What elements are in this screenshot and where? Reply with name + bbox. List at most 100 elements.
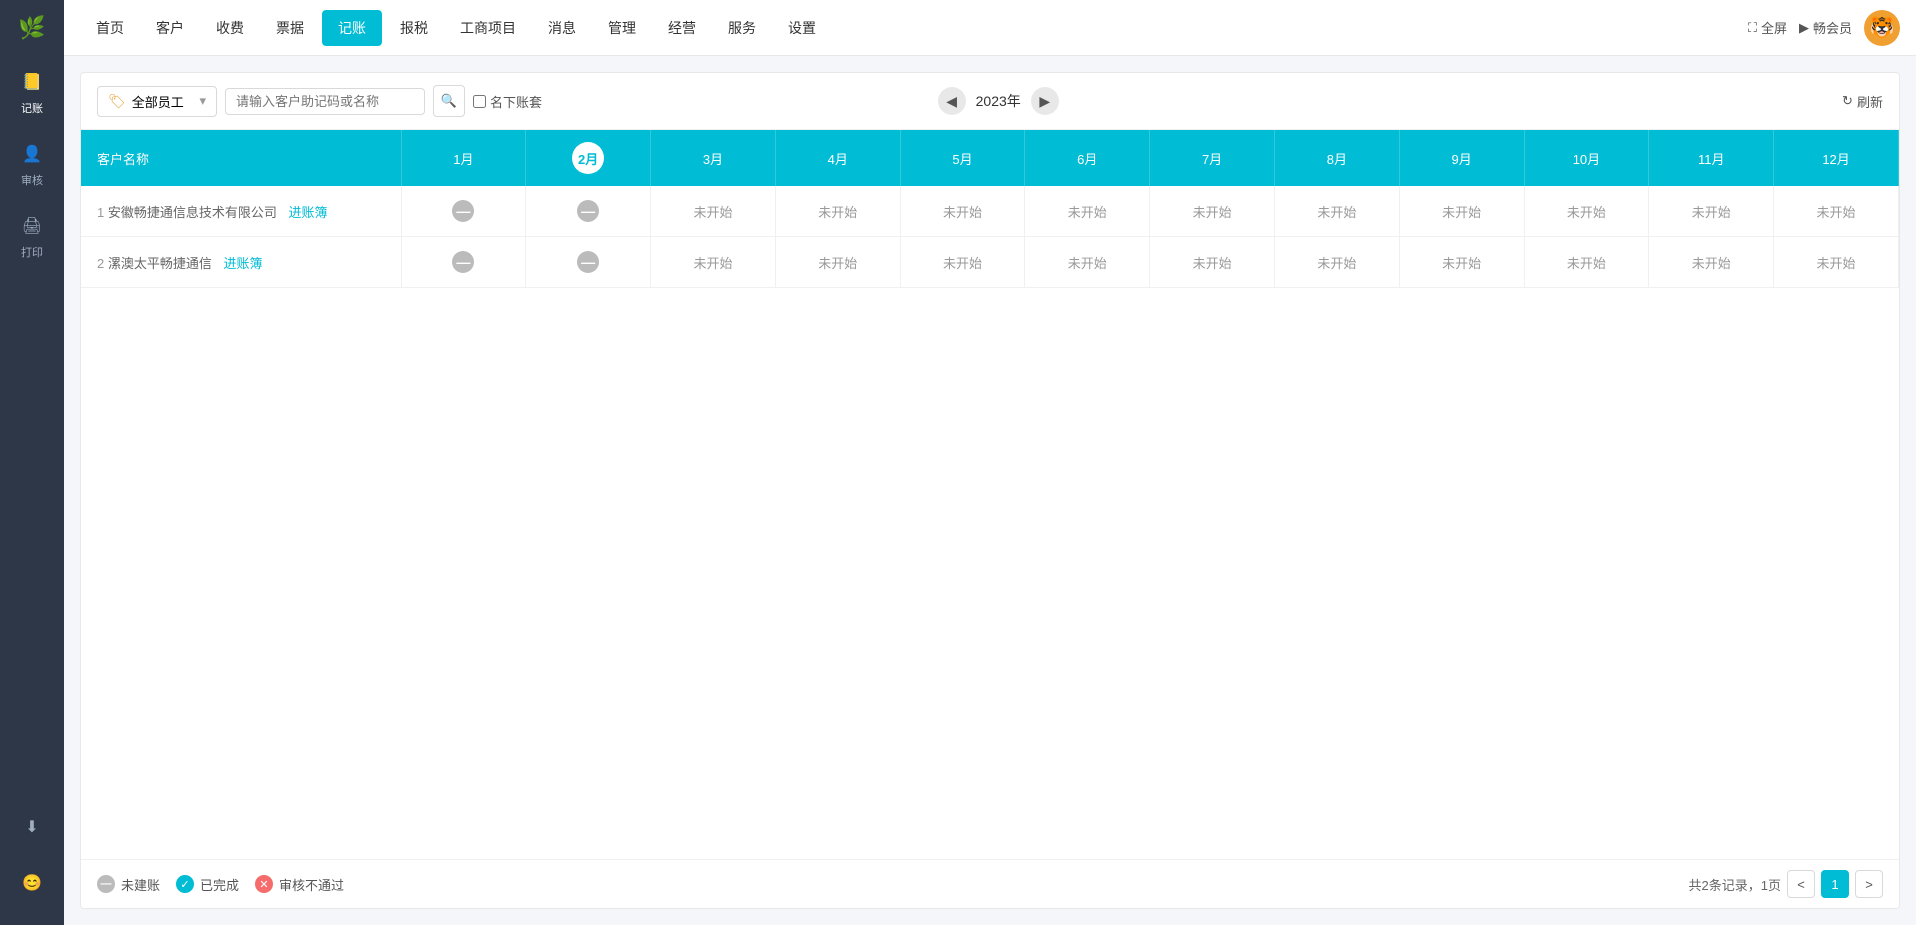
nav-home[interactable]: 首页 <box>80 0 140 56</box>
main-area: 首页 客户 收费 票据 记账 报税 工商项目 消息 管理 经营 服务 设置 ⛶ … <box>64 0 1916 925</box>
nav-service[interactable]: 服务 <box>712 0 772 56</box>
table-row: 1 安徽畅捷通信息技术有限公司 进账簿 — — 未开始 未开始 未开始 未开始 … <box>81 186 1899 237</box>
cell-2-m10: 未开始 <box>1524 237 1649 288</box>
checkbox-my-accounts[interactable]: 名下账套 <box>473 92 542 111</box>
client-num-1: 1 <box>97 205 104 220</box>
enter-ledger-link-1[interactable]: 进账簿 <box>289 205 328 220</box>
footer: — 未建账 ✓ 已完成 ✕ 审核不通过 共2条记录，1页 < 1 <box>81 859 1899 908</box>
not-started-2-4: 未开始 <box>818 256 857 271</box>
my-accounts-checkbox[interactable] <box>473 95 486 108</box>
nav-settings[interactable]: 设置 <box>772 0 832 56</box>
not-started-1-3: 未开始 <box>693 205 732 220</box>
prev-year-icon: ◀ <box>946 93 957 110</box>
legend-completed: ✓ 已完成 <box>176 875 239 894</box>
avatar[interactable]: 🐯 <box>1864 10 1900 46</box>
legend-label-completed: 已完成 <box>200 875 239 894</box>
cell-2-m7: 未开始 <box>1150 237 1275 288</box>
sidebar-item-audit[interactable]: 👤 审核 <box>0 128 64 200</box>
not-started-2-7: 未开始 <box>1193 256 1232 271</box>
sidebar-item-download[interactable]: ⬇ <box>0 801 64 853</box>
client-name-cell-2: 2 漯澳太平畅捷通信 进账簿 <box>81 237 401 288</box>
sidebar-bottom: ⬇ 😊 <box>0 801 64 925</box>
employee-select-label: 全部员工 <box>132 92 184 111</box>
nav-business[interactable]: 工商项目 <box>444 0 532 56</box>
refresh-icon: ↻ <box>1842 93 1853 109</box>
sidebar-item-bookkeeping[interactable]: 📒 记账 <box>0 56 64 128</box>
enter-ledger-link-2[interactable]: 进账簿 <box>224 256 263 271</box>
topnav-right: ⛶ 全屏 ▶ 畅会员 🐯 <box>1748 10 1900 46</box>
cell-1-m12: 未开始 <box>1774 186 1899 237</box>
search-button[interactable]: 🔍 <box>433 85 465 117</box>
print-icon: 🖨 <box>16 212 48 240</box>
sidebar-item-label-print: 打印 <box>21 244 43 260</box>
not-started-2-3: 未开始 <box>693 256 732 271</box>
not-started-2-10: 未开始 <box>1567 256 1606 271</box>
legend-not-created: — 未建账 <box>97 875 160 894</box>
status-dash-1-1: — <box>452 200 474 222</box>
nav-bookkeeping[interactable]: 记账 <box>322 10 382 46</box>
not-started-1-11: 未开始 <box>1692 205 1731 220</box>
prev-page-button[interactable]: < <box>1787 870 1815 898</box>
nav-message[interactable]: 消息 <box>532 0 592 56</box>
cell-2-m3: 未开始 <box>651 237 776 288</box>
legend-label-rejected: 审核不通过 <box>279 875 344 894</box>
employee-select[interactable]: 🏷 全部员工 ▾ <box>97 86 217 117</box>
sidebar-item-label-audit: 审核 <box>21 172 43 188</box>
nav-fee[interactable]: 收费 <box>200 0 260 56</box>
topnav: 首页 客户 收费 票据 记账 报税 工商项目 消息 管理 经营 服务 设置 ⛶ … <box>64 0 1916 56</box>
fullscreen-btn[interactable]: ⛶ 全屏 <box>1748 18 1787 37</box>
member-btn[interactable]: ▶ 畅会员 <box>1799 18 1852 37</box>
sidebar-item-support[interactable]: 😊 <box>0 857 64 909</box>
cell-1-m4: 未开始 <box>775 186 900 237</box>
next-page-button[interactable]: > <box>1855 870 1883 898</box>
col-header-m10: 10月 <box>1524 130 1649 186</box>
col-header-m12: 12月 <box>1774 130 1899 186</box>
not-started-1-12: 未开始 <box>1817 205 1856 220</box>
col-header-m9: 9月 <box>1399 130 1524 186</box>
table-row: 2 漯澳太平畅捷通信 进账簿 — — 未开始 未开始 未开始 未开始 未开始 未 <box>81 237 1899 288</box>
next-year-icon: ▶ <box>1039 93 1050 110</box>
cell-1-m1: — <box>401 186 526 237</box>
nav-manage[interactable]: 管理 <box>592 0 652 56</box>
legend-dot-red: ✕ <box>255 875 273 893</box>
col-header-m4: 4月 <box>775 130 900 186</box>
status-dash-1-2: — <box>577 200 599 222</box>
cell-2-m8: 未开始 <box>1274 237 1399 288</box>
sidebar-item-print[interactable]: 🖨 打印 <box>0 200 64 272</box>
cell-1-m9: 未开始 <box>1399 186 1524 237</box>
client-num-2: 2 <box>97 256 104 271</box>
download-icon: ⬇ <box>16 813 48 841</box>
nav-operation[interactable]: 经营 <box>652 0 712 56</box>
nav-invoice[interactable]: 票据 <box>260 0 320 56</box>
cell-1-m11: 未开始 <box>1649 186 1774 237</box>
page-number-1[interactable]: 1 <box>1821 870 1849 898</box>
legend-dot-teal: ✓ <box>176 875 194 893</box>
next-year-button[interactable]: ▶ <box>1031 87 1059 115</box>
not-started-2-9: 未开始 <box>1442 256 1481 271</box>
cell-1-m5: 未开始 <box>900 186 1025 237</box>
nav-client[interactable]: 客户 <box>140 0 200 56</box>
cell-2-m6: 未开始 <box>1025 237 1150 288</box>
cell-2-m2: — <box>526 237 651 288</box>
search-input[interactable] <box>225 88 425 115</box>
not-started-1-6: 未开始 <box>1068 205 1107 220</box>
col-header-m11: 11月 <box>1649 130 1774 186</box>
cell-2-m11: 未开始 <box>1649 237 1774 288</box>
page-total-info: 共2条记录，1页 <box>1689 875 1781 894</box>
next-page-icon: > <box>1865 877 1873 892</box>
cell-1-m6: 未开始 <box>1025 186 1150 237</box>
cell-2-m12: 未开始 <box>1774 237 1899 288</box>
cell-1-m8: 未开始 <box>1274 186 1399 237</box>
prev-year-button[interactable]: ◀ <box>938 87 966 115</box>
legend-dot-grey: — <box>97 875 115 893</box>
employee-select-icon: 🏷 <box>108 93 126 110</box>
cell-1-m3: 未开始 <box>651 186 776 237</box>
not-started-2-6: 未开始 <box>1068 256 1107 271</box>
refresh-button[interactable]: ↻ 刷新 <box>1842 92 1883 111</box>
nav-tax[interactable]: 报税 <box>384 0 444 56</box>
logo: 🌿 <box>0 0 64 56</box>
content-inner: 🏷 全部员工 ▾ 🔍 名下账套 ◀ 2023年 <box>80 72 1900 909</box>
member-icon: ▶ <box>1799 20 1809 36</box>
table-wrap: 客户名称 1月 2月 3月 4月 5月 6月 7月 8月 9月 10月 11月 <box>81 130 1899 859</box>
col-header-m8: 8月 <box>1274 130 1399 186</box>
